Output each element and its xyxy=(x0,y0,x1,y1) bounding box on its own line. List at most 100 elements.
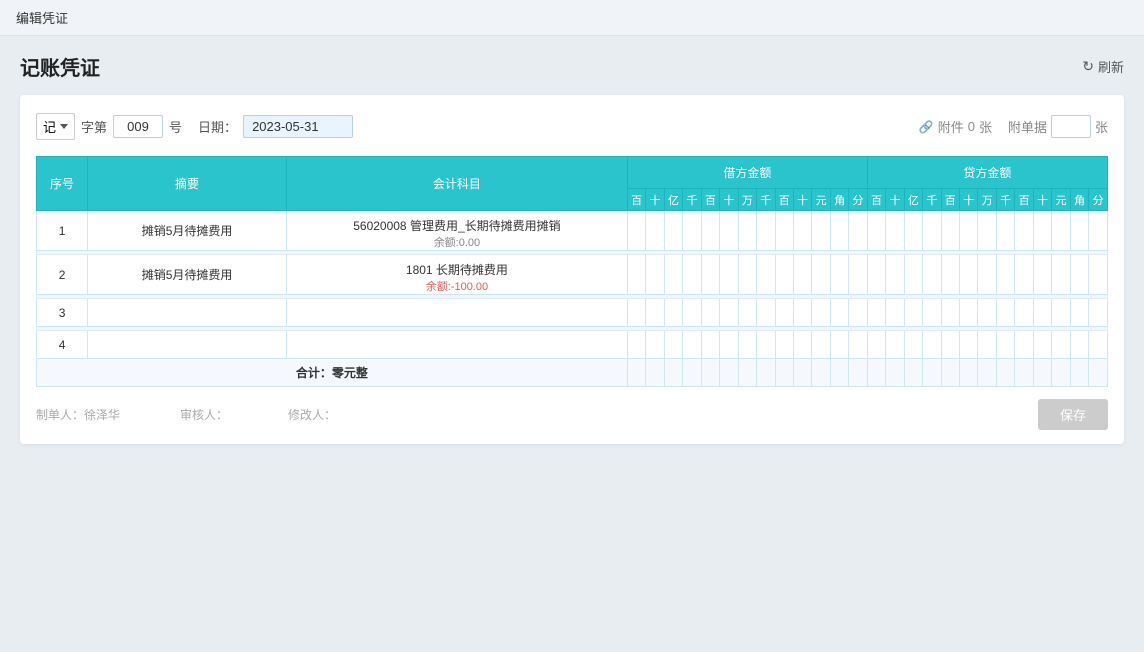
credit-cell-1[interactable] xyxy=(886,211,904,251)
credit-cell-0[interactable] xyxy=(867,299,885,327)
credit-cell-0[interactable] xyxy=(867,211,885,251)
credit-cell-5[interactable] xyxy=(960,299,978,327)
debit-cell-9[interactable] xyxy=(793,331,811,359)
debit-cell-12[interactable] xyxy=(849,331,867,359)
credit-cell-12[interactable] xyxy=(1089,299,1108,327)
debit-cell-2[interactable] xyxy=(664,255,682,295)
sheets-input[interactable] xyxy=(1051,115,1091,138)
debit-cell-1[interactable] xyxy=(646,299,664,327)
credit-cell-7[interactable] xyxy=(996,211,1014,251)
credit-cell-10[interactable] xyxy=(1052,331,1070,359)
debit-cell-4[interactable] xyxy=(701,299,719,327)
credit-cell-4[interactable] xyxy=(941,255,959,295)
debit-cell-0[interactable] xyxy=(627,211,645,251)
credit-cell-10[interactable] xyxy=(1052,211,1070,251)
debit-cell-9[interactable] xyxy=(793,255,811,295)
debit-cell-0[interactable] xyxy=(627,331,645,359)
debit-cell-4[interactable] xyxy=(701,255,719,295)
credit-cell-9[interactable] xyxy=(1033,211,1051,251)
credit-cell-5[interactable] xyxy=(960,211,978,251)
credit-cell-11[interactable] xyxy=(1070,255,1088,295)
table-row[interactable]: 4 xyxy=(37,331,1108,359)
credit-cell-11[interactable] xyxy=(1070,211,1088,251)
debit-cell-2[interactable] xyxy=(664,211,682,251)
credit-cell-2[interactable] xyxy=(904,211,922,251)
credit-cell-6[interactable] xyxy=(978,299,996,327)
credit-cell-2[interactable] xyxy=(904,331,922,359)
credit-cell-9[interactable] xyxy=(1033,255,1051,295)
credit-cell-7[interactable] xyxy=(996,299,1014,327)
debit-cell-5[interactable] xyxy=(720,255,738,295)
row-account[interactable] xyxy=(286,331,627,359)
credit-cell-5[interactable] xyxy=(960,255,978,295)
credit-cell-1[interactable] xyxy=(886,331,904,359)
debit-cell-0[interactable] xyxy=(627,255,645,295)
debit-cell-7[interactable] xyxy=(757,331,775,359)
debit-cell-5[interactable] xyxy=(720,299,738,327)
debit-cell-6[interactable] xyxy=(738,331,756,359)
debit-cell-8[interactable] xyxy=(775,211,793,251)
debit-cell-10[interactable] xyxy=(812,299,830,327)
debit-cell-2[interactable] xyxy=(664,299,682,327)
row-summary[interactable] xyxy=(88,299,287,327)
credit-cell-9[interactable] xyxy=(1033,299,1051,327)
date-input[interactable] xyxy=(243,115,353,138)
debit-cell-6[interactable] xyxy=(738,255,756,295)
row-account[interactable]: 56020008 管理费用_长期待摊费用摊销余额:0.00 xyxy=(286,211,627,251)
credit-cell-6[interactable] xyxy=(978,255,996,295)
save-button[interactable]: 保存 xyxy=(1038,399,1108,430)
debit-cell-12[interactable] xyxy=(849,299,867,327)
row-account[interactable]: 1801 长期待摊费用余额:-100.00 xyxy=(286,255,627,295)
debit-cell-7[interactable] xyxy=(757,299,775,327)
credit-cell-12[interactable] xyxy=(1089,255,1108,295)
debit-cell-8[interactable] xyxy=(775,299,793,327)
debit-cell-3[interactable] xyxy=(683,331,701,359)
table-row[interactable]: 3 xyxy=(37,299,1108,327)
debit-cell-10[interactable] xyxy=(812,255,830,295)
credit-cell-11[interactable] xyxy=(1070,331,1088,359)
debit-cell-12[interactable] xyxy=(849,211,867,251)
credit-cell-1[interactable] xyxy=(886,299,904,327)
debit-cell-7[interactable] xyxy=(757,255,775,295)
debit-cell-12[interactable] xyxy=(849,255,867,295)
debit-cell-3[interactable] xyxy=(683,211,701,251)
debit-cell-11[interactable] xyxy=(830,299,848,327)
credit-cell-8[interactable] xyxy=(1015,255,1033,295)
debit-cell-3[interactable] xyxy=(683,255,701,295)
debit-cell-11[interactable] xyxy=(830,331,848,359)
debit-cell-5[interactable] xyxy=(720,331,738,359)
credit-cell-6[interactable] xyxy=(978,331,996,359)
debit-cell-9[interactable] xyxy=(793,211,811,251)
credit-cell-8[interactable] xyxy=(1015,211,1033,251)
credit-cell-4[interactable] xyxy=(941,211,959,251)
table-row[interactable]: 2摊销5月待摊费用1801 长期待摊费用余额:-100.00 xyxy=(37,255,1108,295)
credit-cell-4[interactable] xyxy=(941,299,959,327)
debit-cell-5[interactable] xyxy=(720,211,738,251)
credit-cell-1[interactable] xyxy=(886,255,904,295)
credit-cell-0[interactable] xyxy=(867,255,885,295)
debit-cell-6[interactable] xyxy=(738,211,756,251)
debit-cell-8[interactable] xyxy=(775,255,793,295)
debit-cell-8[interactable] xyxy=(775,331,793,359)
voucher-number-input[interactable] xyxy=(113,115,163,138)
debit-cell-7[interactable] xyxy=(757,211,775,251)
debit-cell-10[interactable] xyxy=(812,211,830,251)
row-summary[interactable]: 摊销5月待摊费用 xyxy=(88,255,287,295)
credit-cell-10[interactable] xyxy=(1052,255,1070,295)
debit-cell-9[interactable] xyxy=(793,299,811,327)
debit-cell-10[interactable] xyxy=(812,331,830,359)
credit-cell-4[interactable] xyxy=(941,331,959,359)
credit-cell-3[interactable] xyxy=(923,255,941,295)
row-summary[interactable]: 摊销5月待摊费用 xyxy=(88,211,287,251)
debit-cell-0[interactable] xyxy=(627,299,645,327)
debit-cell-4[interactable] xyxy=(701,211,719,251)
credit-cell-3[interactable] xyxy=(923,299,941,327)
credit-cell-3[interactable] xyxy=(923,211,941,251)
credit-cell-12[interactable] xyxy=(1089,331,1108,359)
debit-cell-1[interactable] xyxy=(646,255,664,295)
credit-cell-2[interactable] xyxy=(904,255,922,295)
credit-cell-11[interactable] xyxy=(1070,299,1088,327)
credit-cell-5[interactable] xyxy=(960,331,978,359)
row-account[interactable] xyxy=(286,299,627,327)
debit-cell-11[interactable] xyxy=(830,255,848,295)
